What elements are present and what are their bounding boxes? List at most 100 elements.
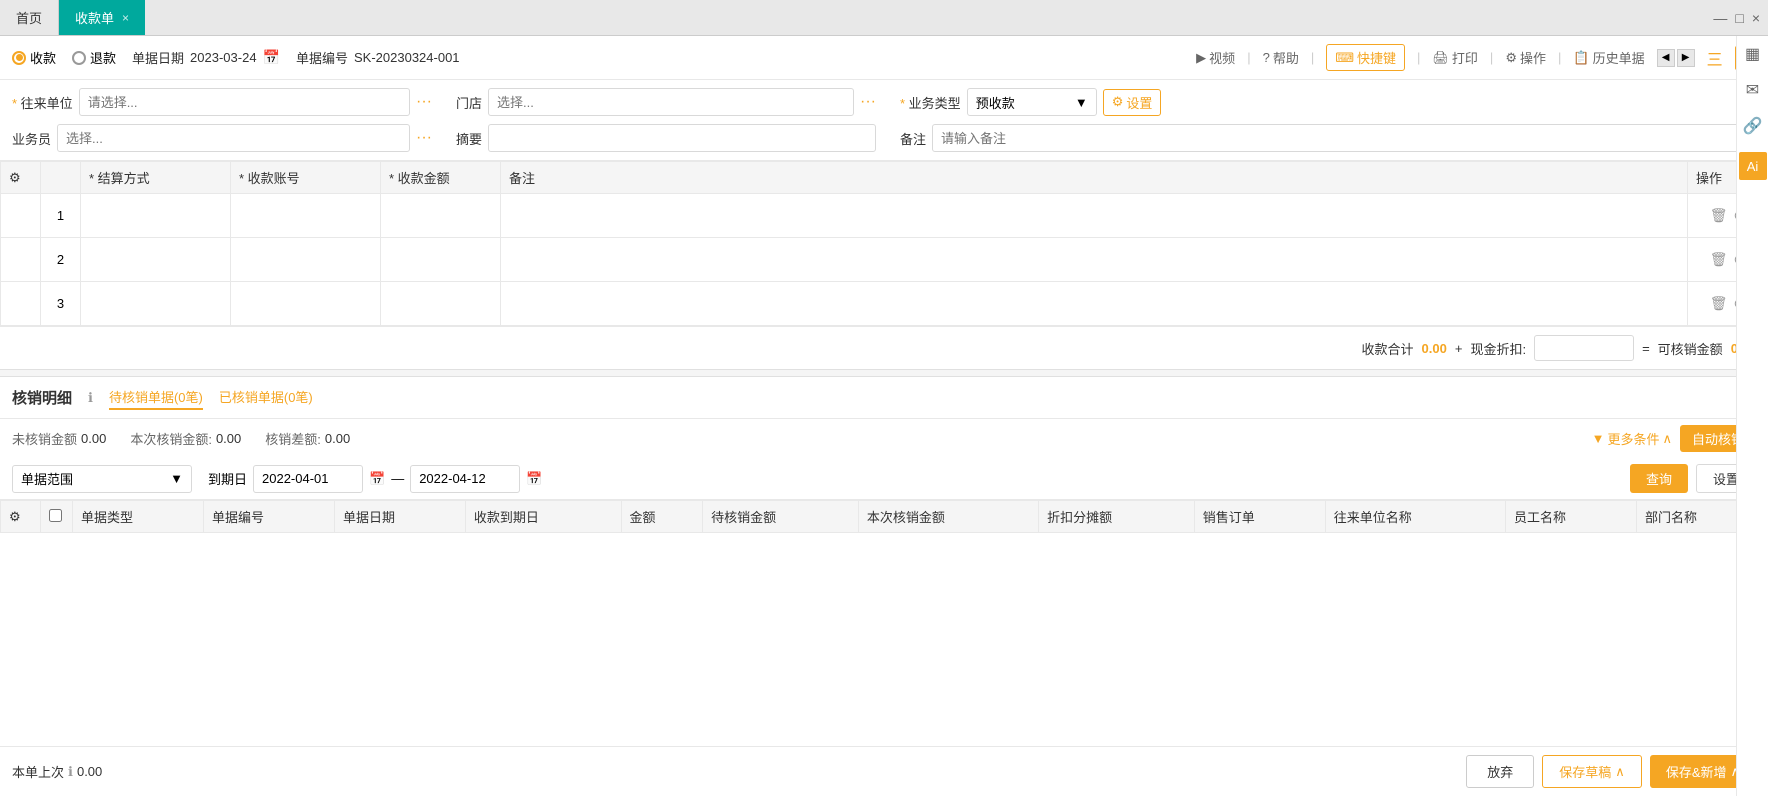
- save-draft-chevron: ∧: [1615, 764, 1625, 780]
- print-label: 打印: [1452, 48, 1478, 67]
- maximize-icon[interactable]: □: [1735, 10, 1743, 26]
- print-btn[interactable]: 🖨 打印: [1432, 48, 1478, 67]
- date-value[interactable]: 2023-03-24: [190, 50, 257, 65]
- abandon-btn[interactable]: 放弃: [1466, 755, 1534, 788]
- staff-input[interactable]: [57, 124, 410, 152]
- completed-tab[interactable]: 已核销单据(0笔): [219, 385, 313, 410]
- close-icon[interactable]: ×: [1752, 10, 1760, 26]
- counterpart-more-btn[interactable]: ···: [416, 93, 432, 111]
- date-to-calendar-icon[interactable]: 📅: [526, 471, 542, 487]
- store-input[interactable]: [488, 88, 854, 116]
- number-label: 单据编号: [296, 48, 348, 67]
- row1-remark[interactable]: [501, 194, 1688, 238]
- plus-sign: +: [1455, 341, 1463, 356]
- minimize-icon[interactable]: —: [1713, 10, 1727, 26]
- more-conditions-btn[interactable]: ▼ 更多条件 ∧: [1592, 429, 1672, 448]
- row2-payment[interactable]: [81, 238, 231, 282]
- select-all-checkbox[interactable]: [49, 509, 62, 522]
- date-from-input[interactable]: [253, 465, 363, 493]
- shortcut-label: 快捷键: [1357, 48, 1396, 67]
- table-row: 3 🗑 ⊕: [1, 282, 1768, 326]
- recon-filter-row: 单据范围 ▼ 到期日 📅 — 📅 查询 设置: [0, 458, 1768, 500]
- toolbar: 收款 退款 单据日期 2023-03-24 📅 单据编号 SK-20230324…: [0, 36, 1768, 80]
- refund-radio[interactable]: 退款: [72, 48, 116, 67]
- video-icon: ▶: [1196, 50, 1206, 66]
- row2-remark[interactable]: [501, 238, 1688, 282]
- form-settings-btn[interactable]: ⚙ 设置: [1103, 89, 1162, 116]
- receipt-radio-dot: [12, 51, 26, 65]
- filter-icon: ▼: [1592, 431, 1605, 446]
- th-account: * 收款账号: [231, 162, 381, 194]
- row3-delete-icon[interactable]: 🗑: [1710, 295, 1728, 312]
- row3-amount[interactable]: [381, 282, 501, 326]
- row1-delete-icon[interactable]: 🗑: [1710, 207, 1728, 224]
- form-row-2: 业务员 ··· 摘要 备注: [12, 124, 1756, 152]
- business-type-select[interactable]: 预收款 ▼: [967, 88, 1097, 116]
- row1-payment[interactable]: [81, 194, 231, 238]
- tab-bar-right: — □ ×: [1713, 10, 1768, 26]
- query-btn[interactable]: 查询: [1630, 464, 1688, 493]
- chat-sidebar-icon[interactable]: Ai: [1739, 152, 1767, 180]
- th-num: [41, 162, 81, 194]
- section-divider: [0, 369, 1768, 377]
- help-label: 帮助: [1273, 48, 1299, 67]
- nav-prev[interactable]: ◀: [1657, 49, 1675, 67]
- row1-amount[interactable]: [381, 194, 501, 238]
- shortcut-btn[interactable]: ⌨ 快捷键: [1326, 44, 1405, 71]
- range-select[interactable]: 单据范围 ▼: [12, 465, 192, 493]
- help-btn[interactable]: ? 帮助: [1263, 48, 1299, 67]
- available-label: 可核销金额: [1658, 339, 1723, 358]
- row1-account[interactable]: [231, 194, 381, 238]
- nav-next[interactable]: ▶: [1677, 49, 1695, 67]
- recon-section: 核销明细 ℹ 待核销单据(0笔) 已核销单据(0笔) 未核销金额 0.00 本次…: [0, 377, 1768, 746]
- mail-sidebar-icon[interactable]: ✉: [1746, 80, 1759, 100]
- date-to-input[interactable]: [410, 465, 520, 493]
- recon-th-checkbox[interactable]: [41, 501, 73, 533]
- history-btn[interactable]: 📋 历史单据: [1573, 48, 1644, 67]
- staff-more-btn[interactable]: ···: [416, 129, 432, 147]
- table-area: ⚙ * 结算方式 * 收款账号 * 收款金额 备注: [0, 161, 1768, 326]
- summary-field: 摘要: [456, 124, 876, 152]
- row3-payment[interactable]: [81, 282, 231, 326]
- prev-label: 本单上次: [12, 762, 64, 781]
- bottom-bar: 本单上次 ℹ 0.00 放弃 保存草稿 ∧ 保存&新增 ∧: [0, 746, 1768, 796]
- equals-sign: =: [1642, 341, 1650, 356]
- layout-icon[interactable]: 三: [1707, 46, 1723, 70]
- tab-receipt[interactable]: 收款单 ×: [59, 0, 145, 35]
- print-icon: 🖨: [1432, 50, 1449, 66]
- recon-info-icon[interactable]: ℹ: [88, 390, 93, 406]
- recon-th-staff: 员工名称: [1506, 501, 1637, 533]
- bottom-info-icon[interactable]: ℹ: [68, 764, 73, 780]
- recon-th-settings[interactable]: ⚙: [1, 501, 41, 533]
- recon-th-due-date: 收款到期日: [465, 501, 621, 533]
- discount-label: 现金折扣:: [1470, 339, 1526, 358]
- video-btn[interactable]: ▶ 视频: [1196, 48, 1235, 67]
- row3-account[interactable]: [231, 282, 381, 326]
- recon-th-discount: 折扣分摊额: [1039, 501, 1195, 533]
- attach-sidebar-icon[interactable]: 🔗: [1743, 116, 1763, 136]
- row2-delete-icon[interactable]: 🗑: [1710, 251, 1728, 268]
- save-draft-btn[interactable]: 保存草稿 ∧: [1542, 755, 1642, 788]
- th-settings[interactable]: ⚙: [1, 162, 41, 194]
- tab-close-icon[interactable]: ×: [122, 11, 129, 25]
- calendar-icon[interactable]: 📅: [263, 49, 280, 66]
- range-label: 单据范围: [21, 469, 73, 488]
- row3-remark[interactable]: [501, 282, 1688, 326]
- receipt-radio[interactable]: 收款: [12, 48, 56, 67]
- date-from-calendar-icon[interactable]: 📅: [369, 471, 385, 487]
- recon-table: ⚙ 单据类型 单据编号 单据日期 收款到期日 金额 待核销金额 本次核销金额 折…: [0, 500, 1768, 533]
- table-sidebar-icon[interactable]: ▦: [1745, 44, 1760, 64]
- tab-home[interactable]: 首页: [0, 0, 59, 35]
- pending-tab[interactable]: 待核销单据(0笔): [109, 385, 203, 410]
- remark-input[interactable]: [932, 124, 1756, 152]
- discount-input[interactable]: [1534, 335, 1634, 361]
- date-label: 单据日期: [132, 48, 184, 67]
- operation-btn[interactable]: ⚙ 操作: [1505, 48, 1546, 67]
- summary-input[interactable]: [488, 124, 876, 152]
- store-more-btn[interactable]: ···: [860, 93, 876, 111]
- counterpart-input[interactable]: [79, 88, 410, 116]
- row2-account[interactable]: [231, 238, 381, 282]
- recon-th-date: 单据日期: [334, 501, 465, 533]
- counterpart-label: * 往来单位: [12, 93, 73, 112]
- row2-amount[interactable]: [381, 238, 501, 282]
